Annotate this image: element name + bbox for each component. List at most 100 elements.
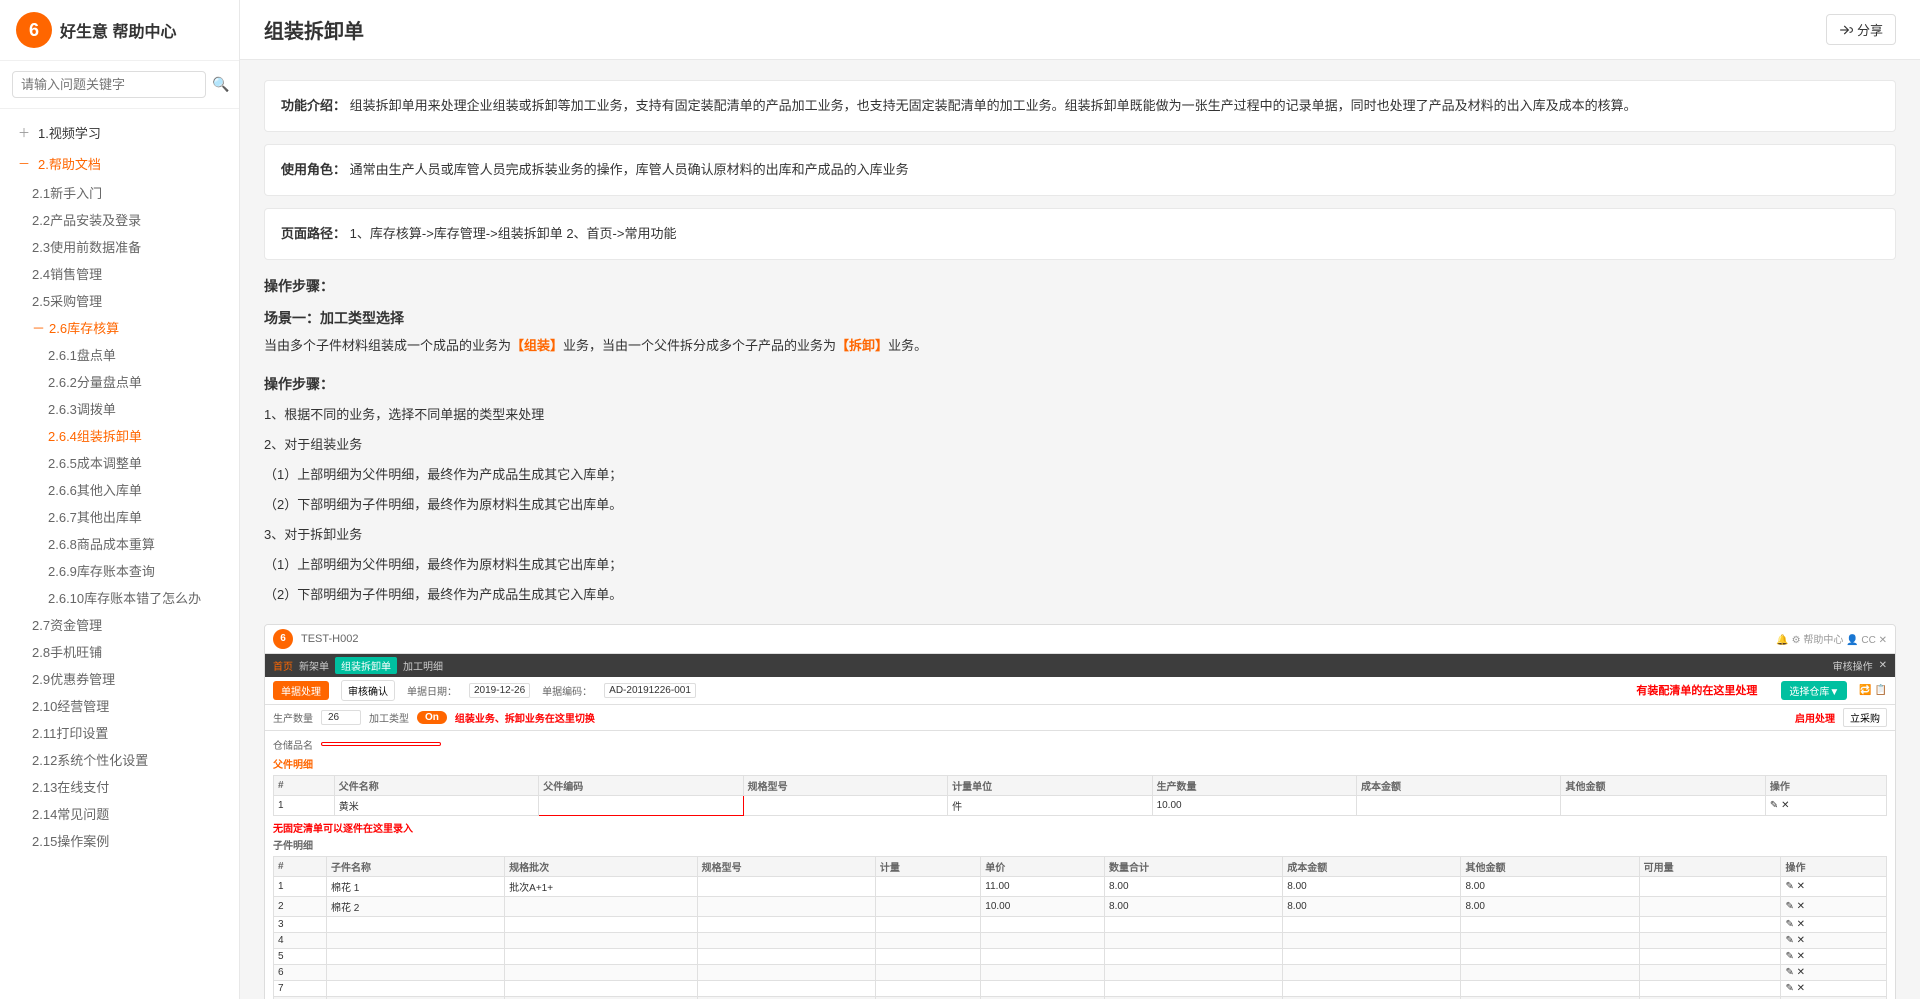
table-row: 7✎ ✕ [274, 980, 1887, 996]
sidebar-item-partial-stocktake[interactable]: 2.6.2分量盘点单 [0, 368, 239, 395]
mock-code-value: AD-20191226-001 [604, 683, 696, 698]
mock-navbar: 首页 新架单 组装拆卸单 加工明细 审核操作 ✕ [265, 654, 1895, 677]
sidebar-item-other-in[interactable]: 2.6.6其他入库单 [0, 476, 239, 503]
mock-btn-process[interactable]: 单据处理 [273, 681, 329, 700]
sidebar-item-inventory[interactable]: － 2.6库存核算 [0, 314, 239, 341]
mock-btn-audit[interactable]: 审核确认 [341, 680, 395, 701]
th-other: 其他金额 [1561, 775, 1765, 795]
mock-status-icons: 🔁 📋 [1859, 685, 1887, 696]
path-box: 页面路径： 1、库存核算->库存管理->组装拆卸单 2、首页->常用功能 [264, 208, 1896, 260]
sidebar-item-ledger-fix[interactable]: 2.6.10库存账本错了怎么办 [0, 584, 239, 611]
sidebar-item-print[interactable]: 2.11打印设置 [0, 719, 239, 746]
sidebar-item-assembly[interactable]: 2.6.4组装拆卸单 [0, 422, 239, 449]
screenshot-container: 6 TEST-H002 🔔 ⚙ 帮助中心 👤 CC ✕ 首页 新架单 组装拆卸单… [264, 624, 1896, 999]
sidebar-item-purchase[interactable]: 2.5采购管理 [0, 287, 239, 314]
search-box: 🔍 [0, 61, 239, 109]
main-content: 组装拆卸单 分享 功能介绍： 组装拆卸单用来处理企业组装或拆卸等加工业务，支持有… [240, 0, 1920, 999]
mock-domain: TEST-H002 [301, 633, 1768, 645]
sidebar-item-newbie[interactable]: 2.1新手入门 [0, 179, 239, 206]
step-2-1: （1）上部明细为父件明细，最终作为产成品生成其它入库单； [264, 462, 1896, 488]
mock-table2-title: 子件明细 [273, 837, 1887, 852]
minus-icon: － [16, 156, 32, 172]
th-spec: 规格型号 [743, 775, 947, 795]
sidebar-item-coupon[interactable]: 2.9优惠券管理 [0, 665, 239, 692]
mock-table-parent: # 父件名称 父件编码 规格型号 计量单位 生产数量 成本金额 其他金额 操作 [273, 775, 1887, 816]
function-label: 功能介绍： [281, 98, 346, 113]
th-cost: 成本金额 [1357, 775, 1561, 795]
app-title: 好生意 帮助中心 [60, 18, 176, 42]
sidebar-item-mobile[interactable]: 2.8手机旺铺 [0, 638, 239, 665]
sidebar-item-help-doc[interactable]: － 2.帮助文档 [0, 148, 239, 179]
page-title: 组装拆卸单 [264, 15, 364, 44]
sidebar-item-other-out[interactable]: 2.6.7其他出库单 [0, 503, 239, 530]
table-row: 6✎ ✕ [274, 964, 1887, 980]
search-input[interactable] [12, 71, 206, 98]
sidebar-header: 6 好生意 帮助中心 [0, 0, 239, 61]
path-label: 页面路径： [281, 226, 346, 241]
function-text: 组装拆卸单用来处理企业组装或拆卸等加工业务，支持有固定装配清单的产品加工业务，也… [350, 98, 1637, 113]
mock-titlebar: 6 TEST-H002 🔔 ⚙ 帮助中心 👤 CC ✕ [265, 625, 1895, 654]
table-row: 3✎ ✕ [274, 916, 1887, 932]
annotation-enable: 启用处理 [1795, 710, 1835, 725]
annotation-bill: 有装配清单的在这里处理 [1632, 681, 1761, 699]
table-row: 1 黄米 件 10.00 ✎ ✕ [274, 795, 1887, 815]
scenario1-desc: 当由多个子件材料组装成一个成品的业务为【组装】业务，当由一个父件拆分成多个子产品… [264, 334, 1896, 357]
highlighted-cell [539, 795, 743, 815]
sidebar-item-cost-recalc[interactable]: 2.6.8商品成本重算 [0, 530, 239, 557]
operations-title: 操作步骤： [264, 276, 1896, 296]
sidebar-item-faq[interactable]: 2.14常见问题 [0, 800, 239, 827]
sidebar-item-operations[interactable]: 2.10经营管理 [0, 692, 239, 719]
content-area: 功能介绍： 组装拆卸单用来处理企业组装或拆卸等加工业务，支持有固定装配清单的产品… [240, 60, 1920, 999]
role-text: 通常由生产人员或库管人员完成拆装业务的操作，库管人员确认原材料的出库和产成品的入… [350, 162, 909, 177]
mock-logo: 6 [273, 629, 293, 649]
mock-table1-title: 父件明细 [273, 756, 1887, 771]
search-button[interactable]: 🔍 [212, 76, 229, 93]
mock-app: 6 TEST-H002 🔔 ⚙ 帮助中心 👤 CC ✕ 首页 新架单 组装拆卸单… [265, 625, 1895, 999]
sidebar-item-online-pay[interactable]: 2.13在线支付 [0, 773, 239, 800]
mock-warehouse-input[interactable] [321, 742, 441, 746]
sidebar: 6 好生意 帮助中心 🔍 ＋ 1.视频学习 － 2.帮助文档 2.1新手入门 2… [0, 0, 240, 999]
mock-form-row1: 仓储品名 [273, 737, 1887, 752]
path-text: 1、库存核算->库存管理->组装拆卸单 2、首页->常用功能 [350, 226, 677, 241]
scenario1-title: 场景一：加工类型选择 [264, 308, 1896, 328]
sidebar-item-transfer[interactable]: 2.6.3调拨单 [0, 395, 239, 422]
step-2-2: （2）下部明细为子件明细，最终作为原材料生成其它出库单。 [264, 492, 1896, 518]
mock-btn-apply[interactable]: 立采购 [1843, 708, 1887, 727]
th-parent-name: 父件名称 [334, 775, 538, 795]
mock-date-value: 2019-12-26 [469, 683, 530, 698]
role-label: 使用角色： [281, 162, 346, 177]
sidebar-item-finance[interactable]: 2.7资金管理 [0, 611, 239, 638]
th-op: 操作 [1765, 775, 1886, 795]
th-unit: 计量单位 [948, 775, 1152, 795]
logo-icon: 6 [16, 12, 52, 48]
sidebar-item-stocktake[interactable]: 2.6.1盘点单 [0, 341, 239, 368]
step-3-1: （1）上部明细为父件明细，最终作为原材料生成其它出库单； [264, 552, 1896, 578]
sidebar-item-personalize[interactable]: 2.12系统个性化设置 [0, 746, 239, 773]
sidebar-item-sales[interactable]: 2.4销售管理 [0, 260, 239, 287]
mock-toggle-on[interactable]: On [417, 711, 447, 724]
sidebar-item-data-prep[interactable]: 2.3使用前数据准备 [0, 233, 239, 260]
mock-subtoolbar: 生产数量 26 加工类型 On 组装业务、拆卸业务在这里切换 启用处理 立采购 [265, 705, 1895, 731]
annotation-type-switch: 组装业务、拆卸业务在这里切换 [455, 710, 595, 725]
table-row: 1 棉花 1 批次A+1+ 11.00 8.00 8.00 8.00 ✎ [274, 876, 1887, 896]
step-3-2: （2）下部明细为子件明细，最终作为产成品生成其它入库单。 [264, 582, 1896, 608]
role-box: 使用角色： 通常由生产人员或库管人员完成拆装业务的操作，库管人员确认原材料的出库… [264, 144, 1896, 196]
step-1: 1、根据不同的业务，选择不同单据的类型来处理 [264, 402, 1896, 428]
share-icon [1839, 23, 1853, 37]
main-header: 组装拆卸单 分享 [240, 0, 1920, 60]
mock-btn-select-warehouse[interactable]: 选择仓库▼ [1781, 681, 1847, 700]
step-3: 3、对于拆卸业务 [264, 522, 1896, 548]
sidebar-item-install[interactable]: 2.2产品安装及登录 [0, 206, 239, 233]
share-button[interactable]: 分享 [1826, 14, 1896, 45]
mock-type-label: 加工类型 [369, 710, 409, 725]
sidebar-item-cost-adjust[interactable]: 2.6.5成本调整单 [0, 449, 239, 476]
mock-qty-input: 26 [321, 710, 361, 725]
steps-list: 1、根据不同的业务，选择不同单据的类型来处理 2、对于组装业务 （1）上部明细为… [264, 402, 1896, 608]
mock-toggle-container: On [417, 711, 447, 724]
mock-nav-close: ✕ [1879, 660, 1887, 671]
sidebar-item-video[interactable]: ＋ 1.视频学习 [0, 117, 239, 148]
sidebar-item-cases[interactable]: 2.15操作案例 [0, 827, 239, 854]
mock-warehouse-label: 仓储品名 [273, 737, 313, 752]
mock-nav-new: 新架单 [299, 658, 329, 673]
sidebar-item-ledger-query[interactable]: 2.6.9库存账本查询 [0, 557, 239, 584]
